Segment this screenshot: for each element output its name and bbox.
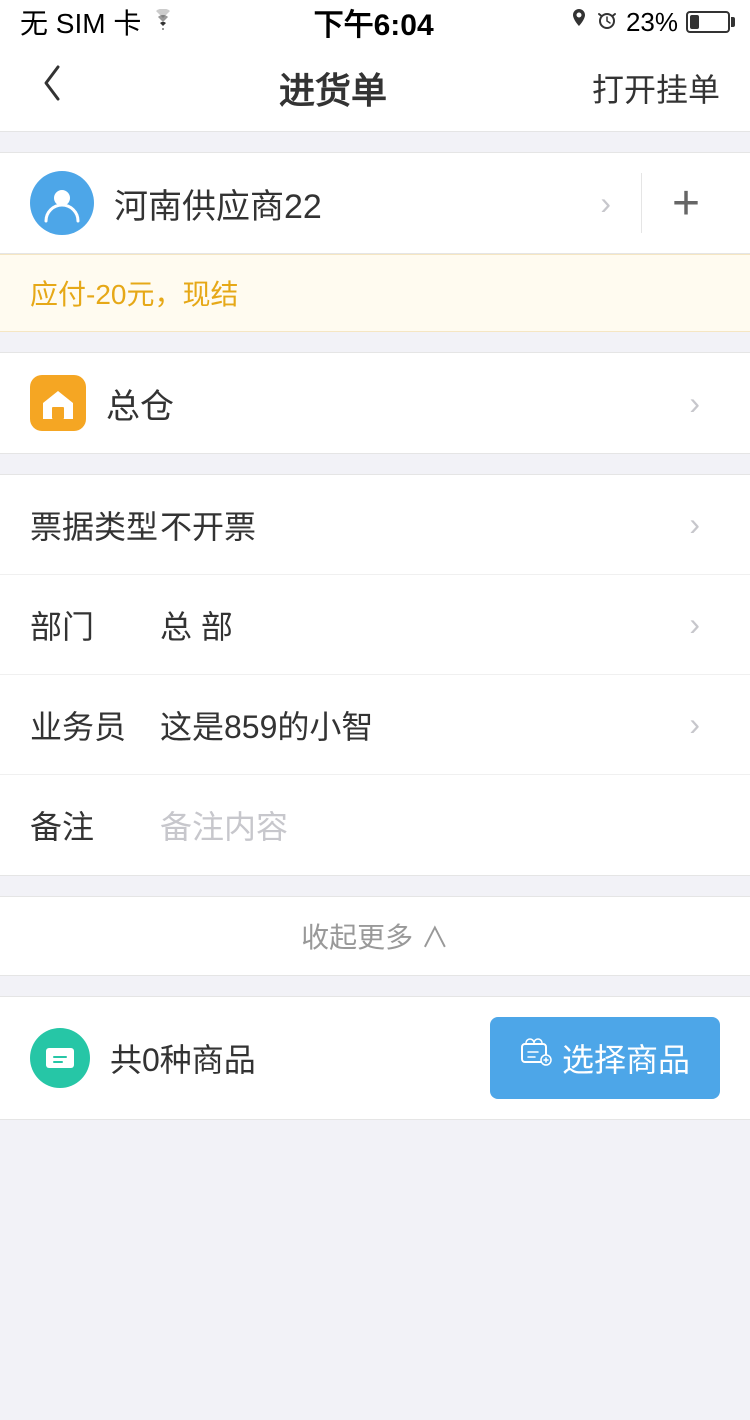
alarm-icon [596,7,618,38]
warning-banner: 应付-20元，现结 [0,254,750,332]
page-background [0,1120,750,1420]
supplier-name: 河南供应商22 [114,179,600,228]
product-count-area: 共0种商品 [30,1028,256,1088]
collapse-row[interactable]: 收起更多 ∧ [0,896,750,976]
supplier-chevron-icon: › [600,185,611,222]
warehouse-name: 总仓 [106,379,689,428]
select-product-button[interactable]: 选择商品 [490,1017,720,1099]
wifi-icon [149,6,177,38]
content-area: 河南供应商22 › + 应付-20元，现结 总仓 › 票据类型 不开票 › [0,152,750,1420]
page-title: 进货单 [279,62,387,114]
open-pending-button[interactable]: 打开挂单 [592,65,720,111]
add-supplier-button[interactable]: + [652,166,720,241]
collapse-label: 收起更多 ∧ [301,916,449,956]
select-product-cart-icon [520,1038,552,1078]
location-icon [570,7,588,38]
supplier-avatar [30,171,94,235]
supplier-row[interactable]: 河南供应商22 › [30,153,631,253]
carrier-text: 无 SIM 卡 [20,2,141,42]
invoice-type-row[interactable]: 票据类型 不开票 › [0,475,750,575]
status-bar: 无 SIM 卡 下午6:04 23% [0,0,750,44]
department-label: 部门 [30,602,160,648]
remark-input[interactable]: 备注内容 [160,802,720,848]
battery-text: 23% [626,7,678,38]
form-card: 票据类型 不开票 › 部门 总 部 › 业务员 这是859的小智 › 备注 备注… [0,474,750,876]
department-row[interactable]: 部门 总 部 › [0,575,750,675]
bottom-bar: 共0种商品 选择商品 [0,996,750,1120]
vertical-divider [641,173,642,233]
salesman-chevron-icon: › [689,706,700,743]
status-left: 无 SIM 卡 [20,2,177,42]
invoice-chevron-icon: › [689,506,700,543]
warehouse-row[interactable]: 总仓 › [30,353,720,453]
back-button[interactable] [30,53,74,123]
salesman-label: 业务员 [30,702,160,748]
warehouse-chevron-icon: › [689,385,700,422]
invoice-type-label: 票据类型 [30,502,160,548]
warehouse-icon [30,375,86,431]
battery-icon [686,11,730,33]
salesman-value: 这是859的小智 [160,702,689,748]
product-count-text: 共0种商品 [110,1035,256,1081]
status-time: 下午6:04 [314,0,434,44]
department-value: 总 部 [160,602,689,648]
select-product-label: 选择商品 [562,1035,690,1081]
department-chevron-icon: › [689,606,700,643]
remark-row[interactable]: 备注 备注内容 [0,775,750,875]
warning-text: 应付-20元，现结 [30,279,238,310]
salesman-row[interactable]: 业务员 这是859的小智 › [0,675,750,775]
supplier-card[interactable]: 河南供应商22 › + [0,152,750,254]
product-cart-icon [30,1028,90,1088]
warehouse-card[interactable]: 总仓 › [0,352,750,454]
nav-bar: 进货单 打开挂单 [0,44,750,132]
status-right: 23% [570,7,730,38]
remark-label: 备注 [30,802,160,848]
invoice-type-value: 不开票 [160,502,689,548]
